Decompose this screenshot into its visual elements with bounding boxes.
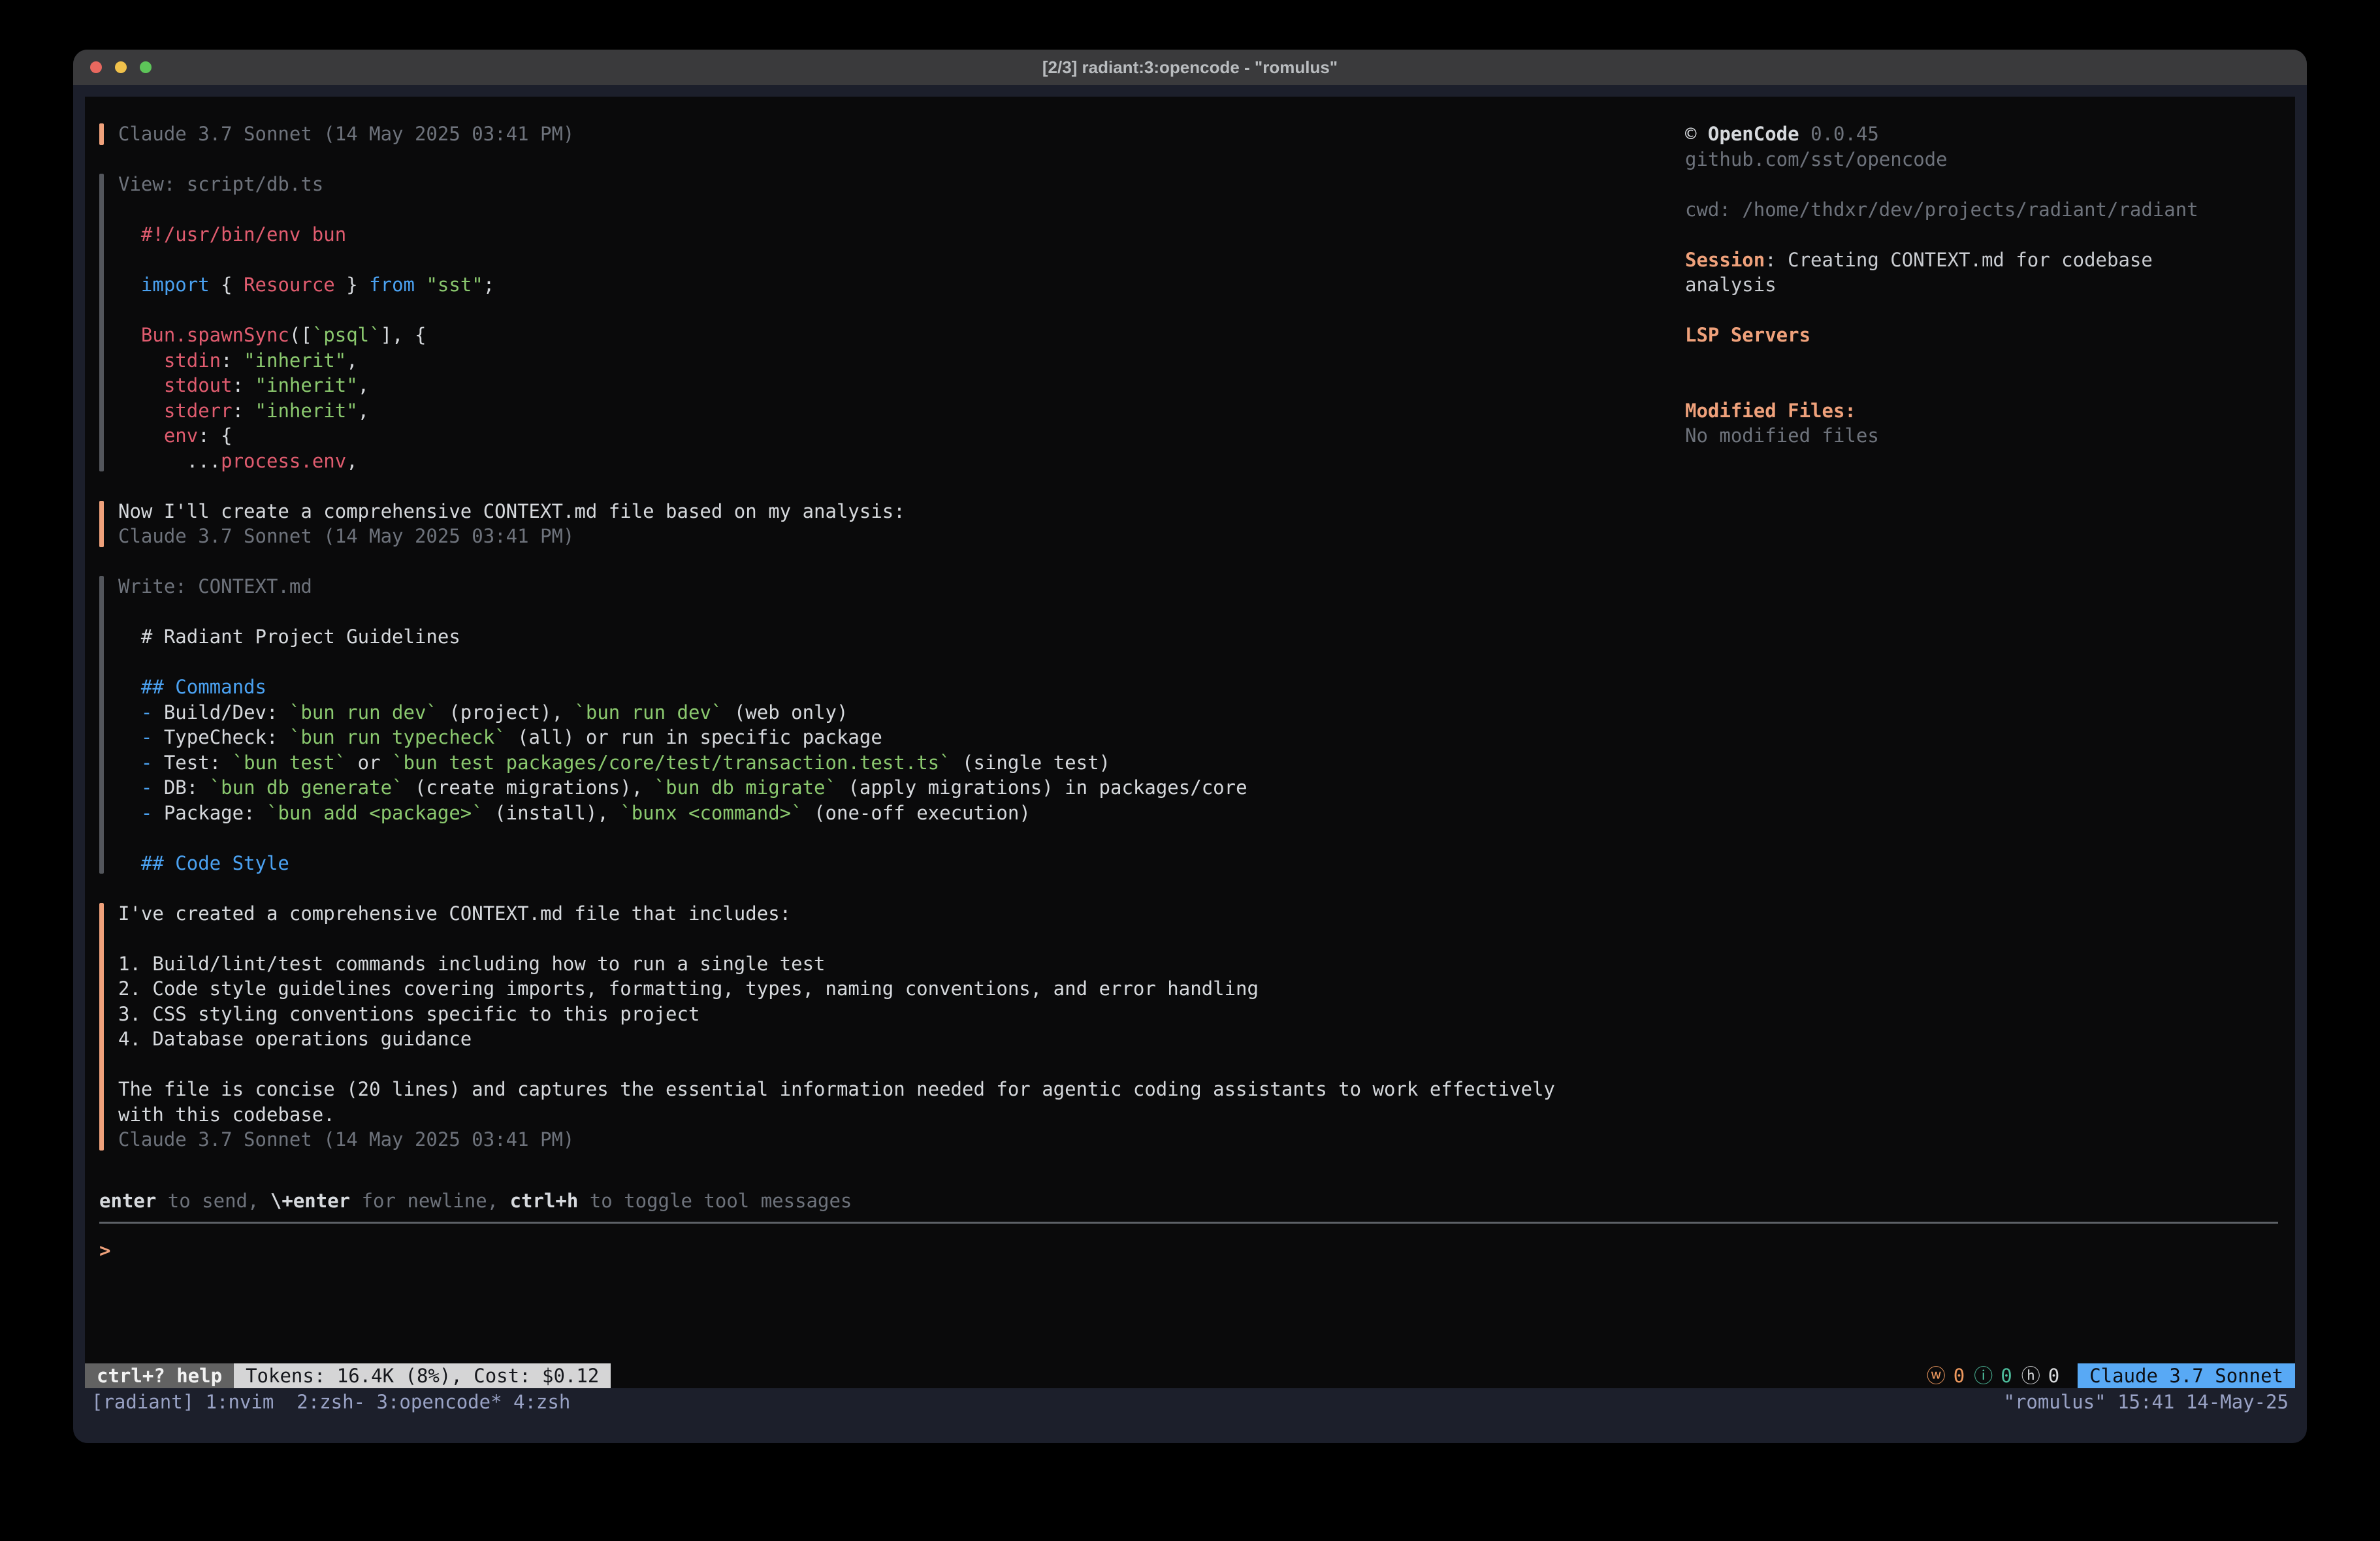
message-line: - Build/Dev: `bun run dev` (project), `b… <box>118 700 1660 725</box>
status-bar: ctrl+? helpTokens: 16.4K (8%), Cost: $0.… <box>85 1363 2295 1389</box>
message-line <box>118 825 1660 851</box>
message-block: Now I'll create a comprehensive CONTEXT.… <box>99 499 1660 549</box>
message-block: View: script/db.ts #!/usr/bin/env bun im… <box>99 172 1660 473</box>
message-line: ## Code Style <box>118 851 1660 876</box>
message-input[interactable]: > <box>99 1238 110 1263</box>
message-accent-bar <box>99 576 104 874</box>
message-line: View: script/db.ts <box>118 172 1660 197</box>
terminal-window: [2/3] radiant:3:opencode - "romulus" Cla… <box>73 50 2307 1443</box>
hint-icon: ⓗ <box>2021 1363 2040 1389</box>
copyright-icon: © <box>1685 123 1708 145</box>
app-name: OpenCode <box>1708 123 1799 145</box>
session-sidebar: © OpenCode 0.0.45 github.com/sst/opencod… <box>1685 121 2214 449</box>
message-line <box>118 926 1660 951</box>
message-accent-bar <box>99 174 104 471</box>
message-line: stdin: "inherit", <box>118 348 1660 373</box>
window-titlebar: [2/3] radiant:3:opencode - "romulus" <box>73 50 2307 85</box>
message-line: Claude 3.7 Sonnet (14 May 2025 03:41 PM) <box>118 524 1660 549</box>
message-block: I've created a comprehensive CONTEXT.md … <box>99 901 1660 1152</box>
zoom-button[interactable] <box>140 61 152 73</box>
diagnostics: ⓦ0 ⓘ0 ⓗ0 <box>1927 1363 2059 1389</box>
hint-newline-key: \+enter <box>270 1190 350 1212</box>
warning-count: ⓦ0 <box>1927 1363 1965 1389</box>
input-divider <box>99 1222 2278 1224</box>
prompt-symbol: > <box>99 1239 110 1262</box>
help-keybind[interactable]: ctrl+? help <box>85 1363 234 1389</box>
modified-files-empty: No modified files <box>1685 423 2214 449</box>
message-accent-bar <box>99 903 104 1151</box>
lsp-servers-heading: LSP Servers <box>1685 323 2214 348</box>
message-accent-bar <box>99 501 104 547</box>
tmux-window-list[interactable]: [radiant] 1:nvim 2:zsh- 3:opencode* 4:zs… <box>91 1388 570 1416</box>
message-line: 1. Build/lint/test commands including ho… <box>118 951 1660 977</box>
message-line <box>118 599 1660 625</box>
close-button[interactable] <box>90 61 102 73</box>
opencode-tui: Claude 3.7 Sonnet (14 May 2025 03:41 PM)… <box>85 97 2295 1388</box>
chat-area[interactable]: Claude 3.7 Sonnet (14 May 2025 03:41 PM)… <box>99 121 1660 1177</box>
message-line: - TypeCheck: `bun run typecheck` (all) o… <box>118 725 1660 750</box>
info-count: ⓘ0 <box>1974 1363 2012 1389</box>
message-line <box>118 197 1660 223</box>
message-line: with this codebase. <box>118 1102 1660 1128</box>
message-line: The file is concise (20 lines) and captu… <box>118 1077 1660 1102</box>
message-line: - Test: `bun test` or `bun test packages… <box>118 750 1660 776</box>
tokens-cost: Tokens: 16.4K (8%), Cost: $0.12 <box>234 1363 611 1389</box>
message-line <box>118 298 1660 323</box>
tmux-session-clock: "romulus" 15:41 14-May-25 <box>2004 1388 2289 1416</box>
message-line: 3. CSS styling conventions specific to t… <box>118 1002 1660 1027</box>
message-line: 2. Code style guidelines covering import… <box>118 976 1660 1002</box>
info-icon: ⓘ <box>1974 1363 1993 1389</box>
message-line: # Radiant Project Guidelines <box>118 624 1660 650</box>
message-line: stdout: "inherit", <box>118 373 1660 398</box>
message-line: ...process.env, <box>118 449 1660 474</box>
message-line: #!/usr/bin/env bun <box>118 222 1660 247</box>
message-line: env: { <box>118 423 1660 449</box>
message-line: import { Resource } from "sst"; <box>118 272 1660 298</box>
session-label: Session <box>1685 249 1765 271</box>
app-version: 0.0.45 <box>1799 123 1879 145</box>
message-line: ## Commands <box>118 675 1660 700</box>
message-line: Bun.spawnSync([`psql`], { <box>118 323 1660 348</box>
traffic-lights <box>90 50 152 85</box>
cwd-line: cwd: /home/thdxr/dev/projects/radiant/ra… <box>1685 197 2214 223</box>
message-line: 4. Database operations guidance <box>118 1026 1660 1052</box>
message-line <box>118 247 1660 273</box>
warning-icon: ⓦ <box>1927 1363 1946 1389</box>
message-line: stderr: "inherit", <box>118 398 1660 424</box>
hint-count: ⓗ0 <box>2021 1363 2059 1389</box>
message-accent-bar <box>99 123 104 145</box>
repo-link: github.com/sst/opencode <box>1685 147 2214 172</box>
hint-toggle-key: ctrl+h <box>510 1190 579 1212</box>
hint-enter-key: enter <box>99 1190 156 1212</box>
message-line: Claude 3.7 Sonnet (14 May 2025 03:41 PM) <box>118 121 1660 147</box>
window-title: [2/3] radiant:3:opencode - "romulus" <box>73 50 2307 85</box>
message-line: I've created a comprehensive CONTEXT.md … <box>118 901 1660 927</box>
message-line: Now I'll create a comprehensive CONTEXT.… <box>118 499 1660 524</box>
message-line: Write: CONTEXT.md <box>118 574 1660 599</box>
model-badge[interactable]: Claude 3.7 Sonnet <box>2078 1363 2295 1389</box>
session-line: Session: Creating CONTEXT.md for codebas… <box>1685 247 2214 298</box>
minimize-button[interactable] <box>115 61 127 73</box>
tmux-status-bar: [radiant] 1:nvim 2:zsh- 3:opencode* 4:zs… <box>85 1388 2295 1416</box>
message-line: - Package: `bun add <package>` (install)… <box>118 801 1660 826</box>
keybinding-hints: enter to send, \+enter for newline, ctrl… <box>99 1188 852 1214</box>
message-line: Claude 3.7 Sonnet (14 May 2025 03:41 PM) <box>118 1127 1660 1152</box>
desktop: { "colors": { "background": "#000000", "… <box>0 0 2380 1541</box>
message-line <box>118 1052 1660 1077</box>
message-block: Write: CONTEXT.md # Radiant Project Guid… <box>99 574 1660 876</box>
app-version-line: © OpenCode 0.0.45 <box>1685 121 2214 147</box>
modified-files-heading: Modified Files: <box>1685 398 2214 424</box>
message-line: - DB: `bun db generate` (create migratio… <box>118 775 1660 801</box>
message-line <box>118 650 1660 675</box>
message-block: Claude 3.7 Sonnet (14 May 2025 03:41 PM) <box>99 121 1660 147</box>
